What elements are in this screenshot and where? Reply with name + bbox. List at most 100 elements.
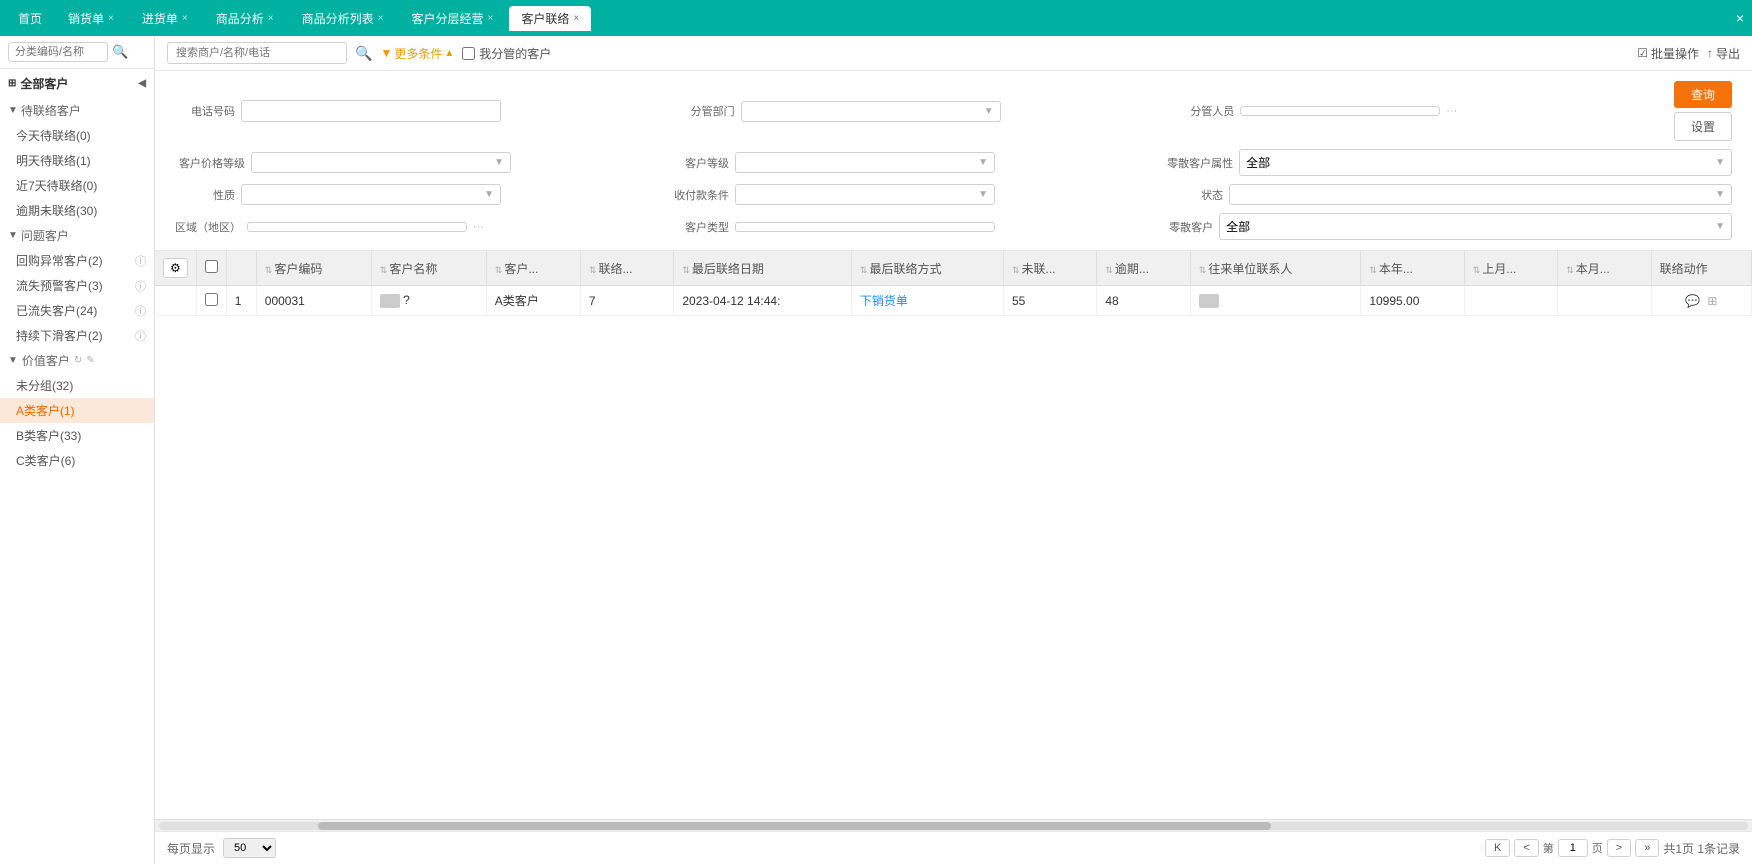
status-select[interactable]: ▼ [1229, 184, 1732, 205]
col-name[interactable]: ⇅客户名称 [371, 251, 486, 286]
my-customers-check-input[interactable] [462, 47, 475, 60]
col-contact[interactable]: ⇅联络... [580, 251, 673, 286]
sidebar-search-input[interactable] [8, 42, 108, 62]
main-search-icon[interactable]: 🔍 [355, 45, 372, 62]
col-checkbox [196, 251, 226, 286]
col-no-contact[interactable]: ⇅未联... [1003, 251, 1096, 286]
export-button[interactable]: ↑ 导出 [1707, 45, 1740, 62]
sidebar-item-repeat-abnormal[interactable]: 回购异常客户(2) ⓘ [0, 248, 154, 273]
col-this-year[interactable]: ⇅本年... [1361, 251, 1464, 286]
more-conditions-button[interactable]: ▼ 更多条件 ▲ [380, 45, 454, 62]
row-unit-contact-cell [1190, 286, 1361, 316]
info-icon: ⓘ [135, 253, 146, 269]
customer-level-select[interactable]: ▼ [735, 152, 995, 173]
chat-action-icon[interactable]: 💬 [1685, 294, 1700, 308]
phone-label: 电话号码 [175, 103, 235, 119]
col-unit-contact[interactable]: ⇅往来单位联系人 [1190, 251, 1361, 286]
sidebar-item-lost-predicted[interactable]: 流失预警客户(3) ⓘ [0, 273, 154, 298]
col-last-contact-date[interactable]: ⇅最后联络日期 [674, 251, 852, 286]
filter-row-3: 性质 ▼ 收付款条件 ▼ 状态 ▼ [175, 184, 1732, 205]
close-product-analysis-icon[interactable]: × [268, 13, 274, 24]
nature-label: 性质 [175, 187, 235, 203]
settings-button[interactable]: 设置 [1674, 112, 1732, 141]
page-number-input[interactable] [1558, 839, 1588, 857]
collapse-icon[interactable]: ◀ [138, 78, 146, 89]
sidebar-item-a-class[interactable]: A类客户(1) [0, 398, 154, 423]
sidebar-item-week-pending[interactable]: 近7天待联络(0) [0, 173, 154, 198]
phone-input[interactable] [241, 100, 501, 122]
home-tab[interactable]: 首页 [8, 6, 52, 31]
close-segmentation-icon[interactable]: × [487, 13, 493, 24]
tab-product-analysis[interactable]: 商品分析 × [204, 6, 286, 31]
edit-icon[interactable]: ✎ [86, 355, 94, 366]
page-size-select[interactable]: 50 100 200 [223, 838, 276, 858]
sidebar-item-overdue-pending[interactable]: 逾期未联络(30) [0, 198, 154, 223]
nature-select[interactable]: ▼ [241, 184, 501, 205]
col-type[interactable]: ⇅客户... [486, 251, 580, 286]
sidebar-item-c-class[interactable]: C类客户(6) [0, 448, 154, 473]
close-purchase-order-icon[interactable]: × [182, 13, 188, 24]
dept-select[interactable]: ▼ [741, 101, 1001, 122]
all-customers-header[interactable]: ⊞ 全部客户 ◀ [0, 69, 154, 98]
row-last-method-cell: 下销货单 [851, 286, 1003, 316]
sidebar-item-no-group[interactable]: 未分组(32) [0, 373, 154, 398]
next-page-button[interactable]: > [1607, 839, 1631, 857]
payment-select[interactable]: ▼ [735, 184, 995, 205]
close-contact-icon[interactable]: × [573, 13, 579, 24]
tab-product-analysis-list[interactable]: 商品分析列表 × [290, 6, 396, 31]
retail-customer-select[interactable]: 全部▼ [1219, 213, 1732, 240]
col-overdue[interactable]: ⇅逾期... [1097, 251, 1190, 286]
tab-sales-order[interactable]: 销货单 × [56, 6, 126, 31]
main-search-input[interactable] [167, 42, 347, 64]
row-code-cell: 000031 [256, 286, 371, 316]
sidebar-item-b-class[interactable]: B类客户(33) [0, 423, 154, 448]
last-contact-method-link[interactable]: 下销货单 [860, 294, 908, 308]
last-page-button[interactable]: » [1635, 839, 1659, 857]
row-no-contact-cell: 55 [1003, 286, 1096, 316]
prev-page-button[interactable]: < [1514, 839, 1538, 857]
batch-operation-button[interactable]: ☑ 批量操作 [1637, 45, 1699, 62]
row-overdue-cell: 48 [1097, 286, 1190, 316]
col-last-contact-method[interactable]: ⇅最后联络方式 [851, 251, 1003, 286]
region-select[interactable] [247, 222, 467, 232]
tab-customer-segmentation[interactable]: 客户分层经营 × [399, 6, 505, 31]
phone-field: 电话号码 [175, 100, 655, 122]
customer-type-select[interactable] [735, 222, 995, 232]
content-area: 🔍 ▼ 更多条件 ▲ 我分管的客户 ☑ 批量操作 ↑ 导出 [155, 36, 1752, 864]
tab-customer-contact[interactable]: 客户联络 × [509, 6, 591, 31]
value-customers-group: ▼ 价值客户 ↻ ✎ [0, 348, 154, 373]
region-more-icon[interactable]: ··· [473, 221, 484, 233]
person-more-icon[interactable]: ··· [1446, 105, 1457, 117]
col-this-month[interactable]: ⇅本月... [1558, 251, 1651, 286]
sidebar-search-icon[interactable]: 🔍 [112, 44, 128, 60]
search-button[interactable]: 查询 [1674, 81, 1732, 108]
sidebar-item-tomorrow-pending[interactable]: 明天待联络(1) [0, 148, 154, 173]
scroll-track [159, 822, 1748, 830]
filter-right-actions: ☑ 批量操作 ↑ 导出 [1637, 45, 1740, 62]
tab-purchase-order[interactable]: 进货单 × [130, 6, 200, 31]
sidebar-item-already-lost[interactable]: 已流失客户(24) ⓘ [0, 298, 154, 323]
payment-field: 收付款条件 ▼ [669, 184, 1143, 205]
table-settings-button[interactable]: ⚙ [163, 258, 188, 278]
price-level-select[interactable]: ▼ [251, 152, 511, 173]
row-checkbox[interactable] [205, 293, 218, 306]
sidebar-item-continuous-down[interactable]: 持续下滑客户(2) ⓘ [0, 323, 154, 348]
col-code[interactable]: ⇅客户编码 [256, 251, 371, 286]
row-last-date-cell: 2023-04-12 14:44: [674, 286, 852, 316]
horizontal-scrollbar[interactable] [155, 819, 1752, 831]
first-page-button[interactable]: K [1485, 839, 1510, 857]
retail-attr-select[interactable]: 全部▼ [1239, 149, 1732, 176]
close-sales-order-icon[interactable]: × [108, 13, 114, 24]
grid-action-icon[interactable]: ⊞ [1707, 294, 1717, 308]
global-close-icon[interactable]: × [1736, 10, 1744, 26]
my-customers-checkbox[interactable]: 我分管的客户 [462, 45, 551, 62]
person-select[interactable] [1240, 106, 1440, 116]
customer-table: ⚙ ⇅客户编码 ⇅客户名称 ⇅客户... ⇅联络... ⇅最后联络日期 ⇅最后联… [155, 251, 1752, 316]
select-all-checkbox[interactable] [205, 260, 218, 273]
info-icon4: ⓘ [135, 328, 146, 344]
close-product-list-icon[interactable]: × [378, 13, 384, 24]
row-index-cell: 1 [226, 286, 256, 316]
sidebar-item-today-pending[interactable]: 今天待联络(0) [0, 123, 154, 148]
refresh-icon[interactable]: ↻ [74, 355, 82, 366]
col-last-month[interactable]: ⇅上月... [1464, 251, 1557, 286]
